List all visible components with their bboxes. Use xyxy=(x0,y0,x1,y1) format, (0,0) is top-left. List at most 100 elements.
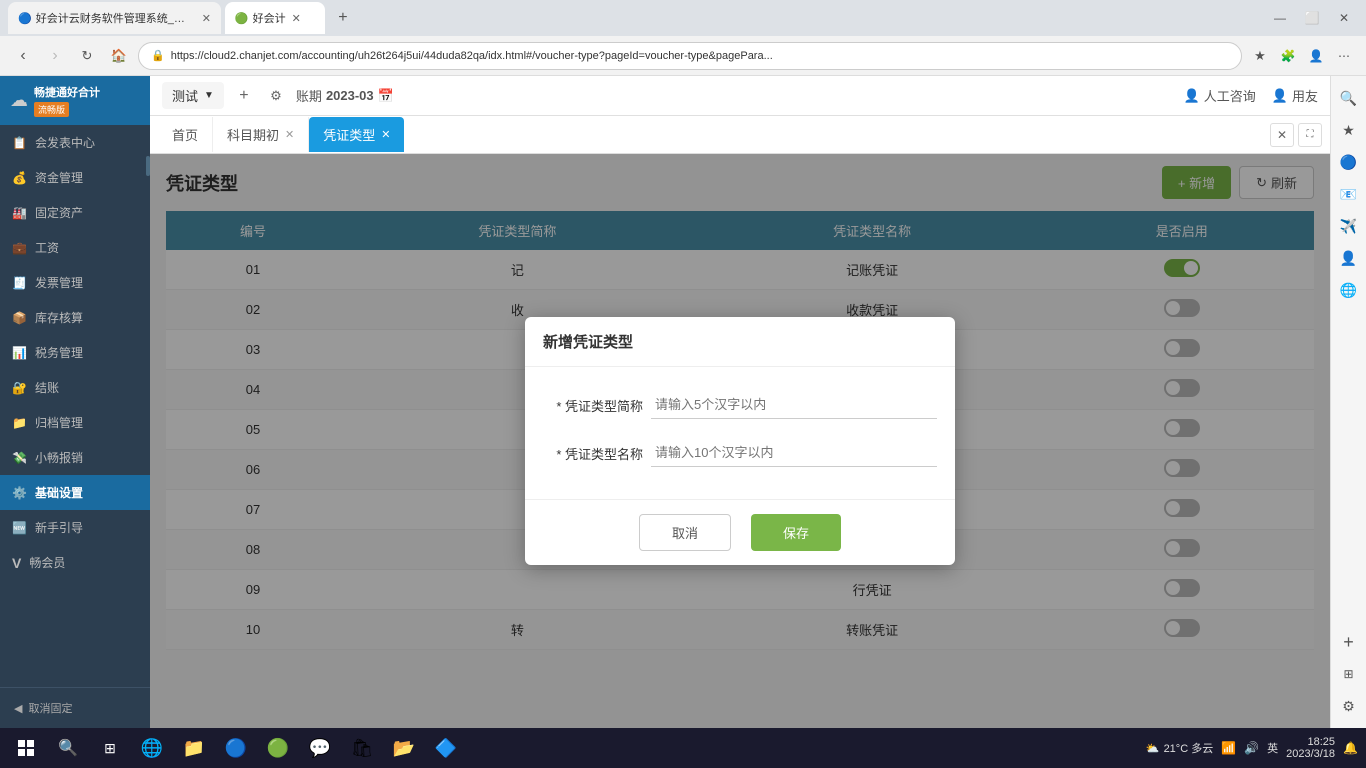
browser-tab-2[interactable]: 🟢 好会计 ✕ xyxy=(225,2,325,34)
modal: 新增凭证类型 * 凭证类型简称 * 凭证类型名称 取消 xyxy=(525,317,955,565)
short-name-label: * 凭证类型简称 xyxy=(543,396,643,415)
favorites-button[interactable]: ★ xyxy=(1248,44,1272,68)
tab-voucher-type-label: 凭证类型 xyxy=(323,125,375,144)
modal-footer: 取消 保存 xyxy=(525,499,955,565)
tab-bar: 🔵 好会计云财务软件管理系统_会计 ✕ 🟢 好会计 ✕ + — ⬜ ✕ xyxy=(0,0,1366,36)
sidebar-item-expense[interactable]: 💸 小畅报销 xyxy=(0,440,150,475)
rs-plane-icon[interactable]: ✈️ xyxy=(1335,212,1363,240)
taskbar-msedge2[interactable]: 🔷 xyxy=(428,730,464,766)
tab-minimize-button[interactable]: ✕ xyxy=(1270,123,1294,147)
extensions-button[interactable]: 🧩 xyxy=(1276,44,1300,68)
minimize-button[interactable]: — xyxy=(1266,8,1294,28)
taskbar-files[interactable]: 📂 xyxy=(386,730,422,766)
tab-voucher-type[interactable]: 凭证类型 ✕ xyxy=(309,117,404,152)
app-header: 测试 ▼ + ⚙ 账期 2023-03 📅 👤 人工咨询 👤 用友 xyxy=(150,76,1330,116)
unpin-button[interactable]: ◀ 取消固定 xyxy=(6,694,144,722)
sidebar-item-salary[interactable]: 💼 工资 xyxy=(0,230,150,265)
consult-button[interactable]: 👤 人工咨询 xyxy=(1184,86,1256,105)
settings-button[interactable]: ⚙ xyxy=(264,84,288,108)
rs-user-icon[interactable]: 👤 xyxy=(1335,244,1363,272)
url-text: https://cloud2.chanjet.com/accounting/uh… xyxy=(171,50,773,62)
calendar-icon[interactable]: 📅 xyxy=(378,88,394,104)
tab-maximize-button[interactable]: ⛶ xyxy=(1298,123,1322,147)
taskbar-volume[interactable]: 🔊 xyxy=(1244,741,1259,755)
pin-icon: ◀ xyxy=(14,702,22,715)
menu-button[interactable]: ⋯ xyxy=(1332,44,1356,68)
sidebar-item-inventory[interactable]: 📦 库存核算 xyxy=(0,300,150,335)
reload-button[interactable]: ↻ xyxy=(74,43,100,69)
taskbar-chrome[interactable]: 🟢 xyxy=(260,730,296,766)
modal-body: * 凭证类型简称 * 凭证类型名称 xyxy=(525,367,955,499)
taskbar-taskview[interactable]: ⊞ xyxy=(92,730,128,766)
sidebar: ☁ 畅捷通好合计 流畅版 📋 会发表中心 💰 资金管理 🏭 固定资产 xyxy=(0,76,150,728)
tab-home[interactable]: 首页 xyxy=(158,117,213,152)
expense-icon: 💸 xyxy=(12,451,27,465)
taskbar-datetime[interactable]: 18:25 2023/3/18 xyxy=(1286,736,1335,760)
start-button[interactable] xyxy=(8,730,44,766)
cancel-button[interactable]: 取消 xyxy=(639,514,731,551)
period-value: 2023-03 xyxy=(326,88,374,103)
browser-tab-1[interactable]: 🔵 好会计云财务软件管理系统_会计 ✕ xyxy=(8,2,221,34)
taskbar-store[interactable]: 🛍 xyxy=(344,730,380,766)
sidebar-item-archive[interactable]: 📁 归档管理 xyxy=(0,405,150,440)
settings-label: 基础设置 xyxy=(35,484,83,501)
taskbar-network[interactable]: 📶 xyxy=(1221,741,1236,755)
close-button[interactable]: ✕ xyxy=(1330,8,1358,28)
sidebar-item-tax[interactable]: 📊 税务管理 xyxy=(0,335,150,370)
modal-overlay: 新增凭证类型 * 凭证类型简称 * 凭证类型名称 取消 xyxy=(150,154,1330,728)
taskbar-notification[interactable]: 🔔 xyxy=(1343,741,1358,755)
profile-button[interactable]: 👤 xyxy=(1304,44,1328,68)
taskbar-search[interactable]: 🔍 xyxy=(50,730,86,766)
rs-star-icon[interactable]: ★ xyxy=(1335,116,1363,144)
rs-settings-icon[interactable]: ⚙ xyxy=(1335,692,1363,720)
member-label: 畅会员 xyxy=(29,554,65,571)
rs-add-icon[interactable]: + xyxy=(1335,628,1363,656)
rs-circle-icon[interactable]: 🔵 xyxy=(1335,148,1363,176)
short-name-input[interactable] xyxy=(651,391,937,419)
name-input[interactable] xyxy=(651,439,937,467)
add-company-button[interactable]: + xyxy=(232,84,256,108)
taskbar-wechat[interactable]: 💬 xyxy=(302,730,338,766)
taskbar-browser[interactable]: 🌐 xyxy=(134,730,170,766)
sidebar-item-closing[interactable]: 🔐 结账 xyxy=(0,370,150,405)
taskbar-edge[interactable]: 🔵 xyxy=(218,730,254,766)
closing-label: 结账 xyxy=(35,379,59,396)
settings-icon: ⚙️ xyxy=(12,486,27,500)
sidebar-item-invoice[interactable]: 🧾 发票管理 xyxy=(0,265,150,300)
taskbar-date: 2023/3/18 xyxy=(1286,748,1335,760)
sidebar-item-guide[interactable]: 🆕 新手引导 xyxy=(0,510,150,545)
capital-label: 资金管理 xyxy=(35,169,83,186)
tab-subjects-label: 科目期初 xyxy=(227,125,279,144)
dashboard-icon: 📋 xyxy=(12,136,27,150)
inventory-label: 库存核算 xyxy=(35,309,83,326)
tab1-close[interactable]: ✕ xyxy=(202,12,211,25)
url-bar[interactable]: 🔒 https://cloud2.chanjet.com/accounting/… xyxy=(138,42,1242,70)
tab-voucher-type-close[interactable]: ✕ xyxy=(381,128,390,141)
sidebar-item-fixed[interactable]: 🏭 固定资产 xyxy=(0,195,150,230)
company-selector[interactable]: 测试 ▼ xyxy=(162,82,224,109)
taskbar-explorer[interactable]: 📁 xyxy=(176,730,212,766)
forward-button[interactable]: › xyxy=(42,43,68,69)
tab-subjects-close[interactable]: ✕ xyxy=(285,128,294,141)
save-button[interactable]: 保存 xyxy=(751,514,841,551)
invoice-label: 发票管理 xyxy=(35,274,83,291)
new-tab-button[interactable]: + xyxy=(329,4,357,32)
rs-search-icon[interactable]: 🔍 xyxy=(1335,84,1363,112)
tab-subjects[interactable]: 科目期初 ✕ xyxy=(213,117,309,152)
archive-label: 归档管理 xyxy=(35,414,83,431)
restore-button[interactable]: ⬜ xyxy=(1298,8,1326,28)
back-button[interactable]: ‹ xyxy=(10,43,36,69)
tab2-close[interactable]: ✕ xyxy=(292,12,301,25)
user-button[interactable]: 👤 用友 xyxy=(1272,86,1318,105)
rs-globe-icon[interactable]: 🌐 xyxy=(1335,276,1363,304)
taskbar-ime[interactable]: 英 xyxy=(1267,740,1278,756)
rs-mail-icon[interactable]: 📧 xyxy=(1335,180,1363,208)
sidebar-item-settings[interactable]: ⚙️ 基础设置 xyxy=(0,475,150,510)
home-button[interactable]: 🏠 xyxy=(106,43,132,69)
sidebar-item-dashboard[interactable]: 📋 会发表中心 xyxy=(0,125,150,160)
name-row: * 凭证类型名称 xyxy=(543,439,937,467)
sidebar-item-member[interactable]: V 畅会员 xyxy=(0,545,150,580)
sidebar-item-capital[interactable]: 💰 资金管理 xyxy=(0,160,150,195)
taskbar-weather[interactable]: ⛅ 21°C 多云 xyxy=(1146,740,1213,756)
rs-grid-icon[interactable]: ⊞ xyxy=(1335,660,1363,688)
